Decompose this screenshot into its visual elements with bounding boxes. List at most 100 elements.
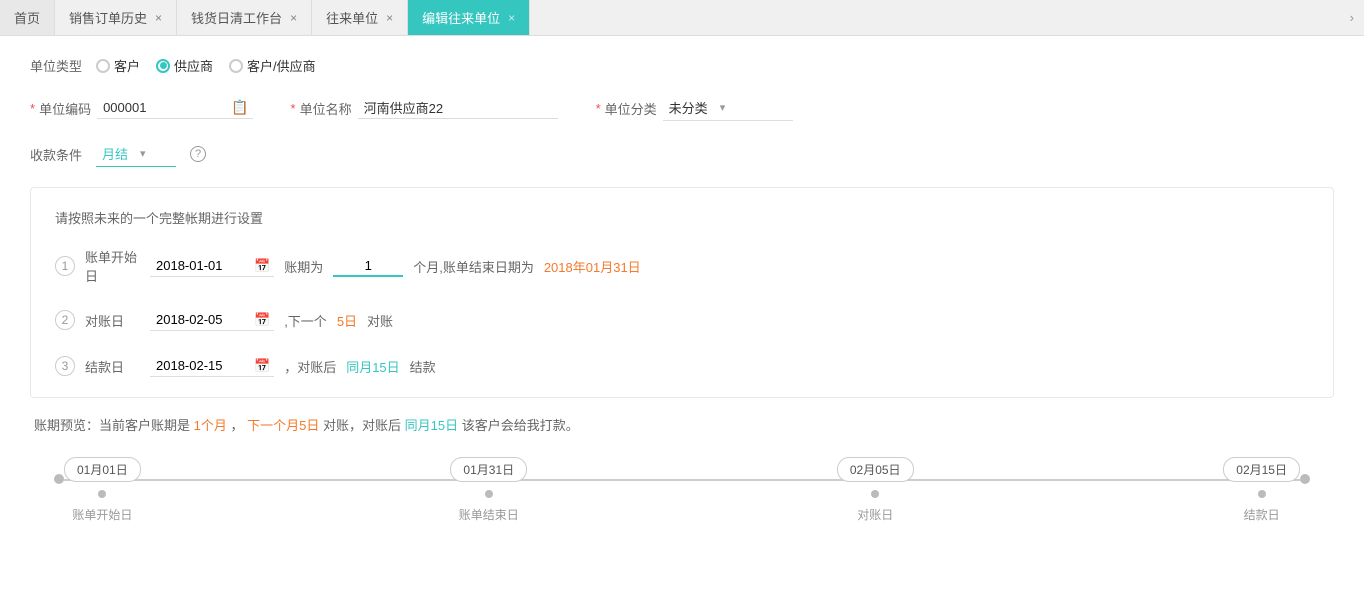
radio-both-label: 客户/供应商	[247, 56, 316, 75]
reconcile-date-input[interactable]	[150, 309, 250, 330]
payment-date-input-group: 📅	[150, 355, 274, 377]
timeline-label-2: 账单结束日	[459, 506, 519, 523]
payment-term-row: 收款条件 月结 ▾ ?	[30, 141, 1334, 167]
unit-category-select[interactable]: 未分类 ▾	[663, 95, 793, 121]
unit-category-value: 未分类	[669, 98, 708, 117]
unit-name-group: * 单位名称	[291, 97, 558, 119]
period-card-title: 请按照未来的一个完整帐期进行设置	[55, 208, 1309, 227]
tab-partner-unit-label: 往来单位	[326, 8, 378, 27]
timeline-node-4: 02月15日 结款日	[1223, 457, 1300, 523]
timeline-tag-2: 01月31日	[450, 457, 527, 482]
tab-partner-unit[interactable]: 往来单位 ×	[312, 0, 408, 35]
period-desc-3-prefix: ，对账后	[284, 357, 336, 376]
period-row-3: 3 结款日 📅 ，对账后 同月15日 结款	[55, 355, 1309, 377]
unit-code-input[interactable]	[97, 97, 227, 118]
preview-text: 账期预览：当前客户账期是 1个月 ， 下一个月5日 对账，对账后 同月15日 该…	[34, 414, 1330, 437]
tab-edit-partner-close[interactable]: ×	[508, 11, 515, 25]
timeline-start-dot	[54, 474, 64, 484]
unit-name-required: *	[291, 101, 296, 116]
reconcile-date-cal-icon[interactable]: 📅	[250, 312, 274, 328]
timeline-label-3: 对账日	[857, 506, 893, 523]
timeline: 01月01日 账单开始日 01月31日 账单结束日 02月05日 对账日 02月…	[34, 457, 1330, 523]
radio-customer[interactable]: 客户	[96, 56, 140, 75]
period-desc-2-prefix: ,下一个	[284, 311, 327, 330]
timeline-end-dot	[1300, 474, 1310, 484]
preview-prefix: 账期预览：当前客户账期是	[34, 418, 190, 433]
preview-suffix: 该客户会给我打款。	[462, 418, 579, 433]
radio-customer-label: 客户	[114, 56, 140, 75]
period-field-label-1: 账单开始日	[85, 247, 140, 285]
tab-cash-work[interactable]: 钱货日清工作台 ×	[177, 0, 312, 35]
timeline-node-1: 01月01日 账单开始日	[64, 457, 141, 523]
period-reconcile-day: 5日	[337, 311, 357, 330]
unit-info-row: * 单位编码 📋 * 单位名称 * 单位分类 未分类 ▾	[30, 95, 1334, 121]
period-row-2: 2 对账日 📅 ,下一个 5日 对账	[55, 309, 1309, 331]
reconcile-date-input-group: 📅	[150, 309, 274, 331]
radio-customer-circle	[96, 59, 110, 73]
radio-supplier-circle	[156, 59, 170, 73]
period-payment-day: 同月15日	[346, 357, 399, 376]
unit-category-group: * 单位分类 未分类 ▾	[596, 95, 793, 121]
payment-date-input[interactable]	[150, 355, 250, 376]
tab-edit-partner-label: 编辑往来单位	[422, 8, 500, 27]
timeline-node-2: 01月31日 账单结束日	[450, 457, 527, 523]
tab-home-label: 首页	[14, 8, 40, 27]
unit-category-arrow: ▾	[720, 101, 726, 114]
preview-highlight2: 下一个月5日	[247, 418, 319, 433]
unit-type-label: 单位类型	[30, 56, 82, 75]
payment-term-help-icon[interactable]: ?	[190, 146, 206, 162]
period-desc-3-suffix: 结款	[410, 357, 436, 376]
period-num-2: 2	[55, 310, 75, 330]
period-num-3: 3	[55, 356, 75, 376]
radio-both-circle	[229, 59, 243, 73]
unit-category-required: *	[596, 101, 601, 116]
period-end-date-highlight: 2018年01月31日	[544, 257, 641, 276]
tab-more-button[interactable]: ›	[1340, 0, 1364, 35]
unit-code-group: * 单位编码 📋	[30, 97, 253, 119]
period-row-1: 1 账单开始日 📅 账期为 个月,账单结束日期为 2018年01月31日	[55, 247, 1309, 285]
tab-sales-order-label: 销售订单历史	[69, 8, 147, 27]
timeline-dot-4	[1258, 490, 1266, 498]
timeline-tag-3: 02月05日	[837, 457, 914, 482]
preview-section: 账期预览：当前客户账期是 1个月 ， 下一个月5日 对账，对账后 同月15日 该…	[30, 414, 1334, 523]
tab-cash-work-close[interactable]: ×	[290, 11, 297, 25]
radio-supplier[interactable]: 供应商	[156, 56, 213, 75]
period-months-input[interactable]	[333, 256, 403, 277]
payment-date-cal-icon[interactable]: 📅	[250, 358, 274, 374]
payment-term-label: 收款条件	[30, 145, 82, 164]
unit-type-radio-group: 客户 供应商 客户/供应商	[96, 56, 316, 75]
tab-edit-partner[interactable]: 编辑往来单位 ×	[408, 0, 530, 35]
payment-term-arrow: ▾	[140, 147, 146, 160]
start-date-input[interactable]	[150, 255, 250, 276]
unit-code-required: *	[30, 101, 35, 116]
tab-partner-unit-close[interactable]: ×	[386, 11, 393, 25]
timeline-dot-3	[871, 490, 879, 498]
start-date-cal-icon[interactable]: 📅	[250, 258, 274, 274]
unit-code-copy-icon[interactable]: 📋	[227, 99, 252, 116]
unit-name-label: 单位名称	[300, 99, 352, 118]
tab-sales-order-close[interactable]: ×	[155, 11, 162, 25]
chevron-right-icon: ›	[1350, 10, 1354, 25]
timeline-node-3: 02月05日 对账日	[837, 457, 914, 523]
unit-type-group: 单位类型 客户 供应商 客户/供应商	[30, 56, 316, 75]
timeline-nodes: 01月01日 账单开始日 01月31日 账单结束日 02月05日 对账日 02月…	[64, 457, 1300, 523]
unit-type-row: 单位类型 客户 供应商 客户/供应商	[30, 56, 1334, 75]
payment-term-select[interactable]: 月结 ▾	[96, 141, 176, 167]
period-field-label-2: 对账日	[85, 311, 140, 330]
tab-home[interactable]: 首页	[0, 0, 55, 35]
payment-term-value: 月结	[102, 144, 128, 163]
tab-cash-work-label: 钱货日清工作台	[191, 8, 282, 27]
period-desc-1-prefix: 账期为	[284, 257, 323, 276]
unit-name-input[interactable]	[358, 97, 558, 119]
preview-highlight1: 1个月	[194, 418, 227, 433]
timeline-tag-4: 02月15日	[1223, 457, 1300, 482]
tab-sales-order[interactable]: 销售订单历史 ×	[55, 0, 177, 35]
radio-both[interactable]: 客户/供应商	[229, 56, 316, 75]
period-desc-2-suffix: 对账	[367, 311, 393, 330]
start-date-input-group: 📅	[150, 255, 274, 277]
unit-category-label: 单位分类	[605, 99, 657, 118]
unit-code-label: 单位编码	[39, 99, 91, 118]
timeline-dot-2	[485, 490, 493, 498]
main-content: 单位类型 客户 供应商 客户/供应商 * 单位编码	[0, 36, 1364, 608]
period-desc-1-suffix: 个月,账单结束日期为	[413, 257, 534, 276]
